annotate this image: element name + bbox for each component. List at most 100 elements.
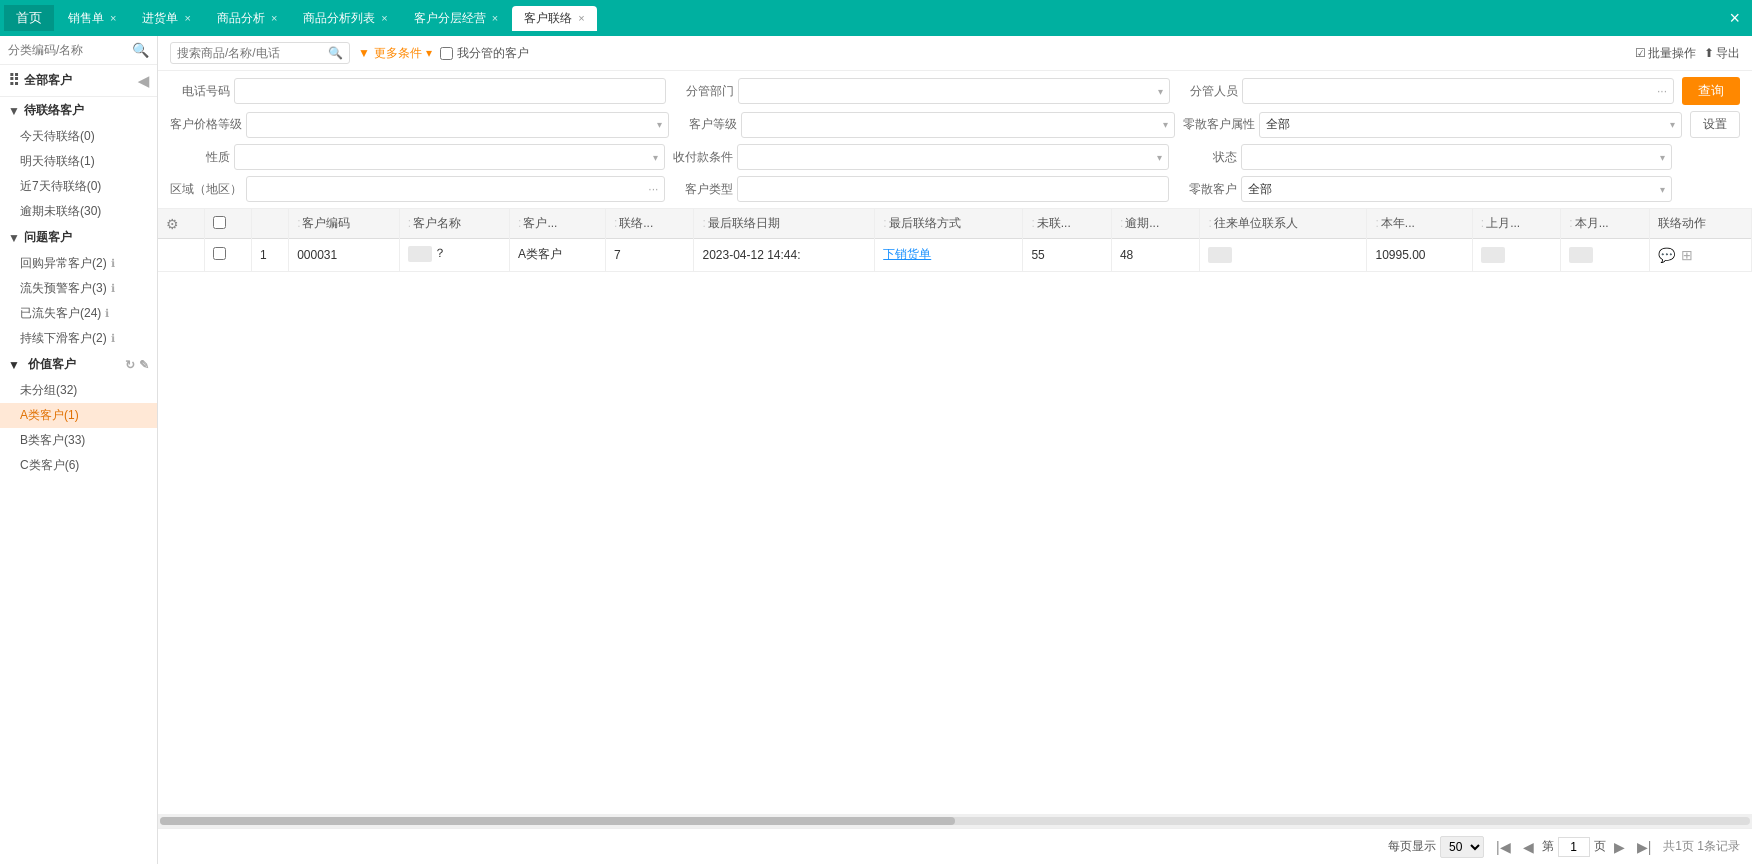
payment-input[interactable]: ▾ <box>737 144 1168 170</box>
sidebar-item-ungrouped[interactable]: 未分组(32) <box>0 378 157 403</box>
my-customers-check[interactable] <box>440 47 453 60</box>
col-last-contact-way-header[interactable]: :最后联络方式 <box>875 209 1023 239</box>
dept-input[interactable]: ▾ <box>738 78 1170 104</box>
refresh-icon[interactable]: ↻ <box>125 358 135 372</box>
col-this-year-header[interactable]: :本年... <box>1367 209 1472 239</box>
phone-input[interactable] <box>234 78 666 104</box>
filter-search-icon[interactable]: 🔍 <box>328 46 343 60</box>
nav-tab-5[interactable]: 客户联络 × <box>512 6 596 31</box>
next-page-btn[interactable]: ▶ <box>1610 837 1629 857</box>
filter-search-input[interactable] <box>177 46 328 60</box>
col-last-contact-date-header[interactable]: :最后联络日期 <box>694 209 875 239</box>
export-btn[interactable]: ⬆ 导出 <box>1704 45 1740 62</box>
sidebar-collapse-icon[interactable]: ◀ <box>138 73 149 89</box>
customer-level-input[interactable]: ▾ <box>741 112 1176 138</box>
close-icon-2[interactable]: × <box>271 12 277 24</box>
nature-input[interactable]: ▾ <box>234 144 665 170</box>
more-filter-btn[interactable]: ▼ 更多条件 ▾ <box>358 45 432 62</box>
close-icon-4[interactable]: × <box>492 12 498 24</box>
nav-tab-0[interactable]: 销售单 × <box>56 6 128 31</box>
export-icon: ⬆ <box>1704 46 1714 60</box>
close-icon-0[interactable]: × <box>110 12 116 24</box>
cell-category: A类客户 <box>510 239 606 272</box>
sidebar-item-7days[interactable]: 近7天待联络(0) <box>0 174 157 199</box>
setting-button[interactable]: 设置 <box>1690 111 1740 138</box>
manager-input[interactable]: ··· <box>1242 78 1674 104</box>
sidebar-item-b-class[interactable]: B类客户(33) <box>0 428 157 453</box>
nav-home[interactable]: 首页 <box>4 5 54 31</box>
area-input[interactable]: ··· <box>246 176 665 202</box>
page-input[interactable] <box>1558 837 1590 857</box>
table-area: ⚙ :客户编码 :客户名称 :客户... :联络... :最后联络日期 :最后联… <box>158 209 1752 814</box>
chevron-down-icon: ▾ <box>426 46 432 60</box>
sidebar-group-problem[interactable]: ▼ 问题客户 <box>0 224 157 251</box>
nav-tab-3[interactable]: 商品分析列表 × <box>291 6 399 31</box>
sidebar-item-today[interactable]: 今天待联络(0) <box>0 124 157 149</box>
sidebar-item-repurchase[interactable]: 回购异常客户(2) ℹ <box>0 251 157 276</box>
filter-field-retail: 零散客户 全部 ▾ <box>1177 176 1672 202</box>
sidebar-value-actions: ↻ ✎ <box>125 358 149 372</box>
scroll-thumb[interactable] <box>160 817 955 825</box>
sidebar-item-c-class[interactable]: C类客户(6) <box>0 453 157 478</box>
col-contact-header[interactable]: :联络... <box>605 209 694 239</box>
col-gear-header[interactable]: ⚙ <box>158 209 204 239</box>
batch-op-btn[interactable]: ☑ 批量操作 <box>1635 45 1696 62</box>
cell-checkbox[interactable] <box>204 239 251 272</box>
retail-input[interactable]: 全部 ▾ <box>1241 176 1672 202</box>
customer-type-input[interactable] <box>737 176 1168 202</box>
nav-tab-1[interactable]: 进货单 × <box>130 6 202 31</box>
cell-action: 💬 ⊞ <box>1649 239 1751 272</box>
sidebar-group-pending[interactable]: ▼ 待联络客户 <box>0 97 157 124</box>
adv-filter-row-1: 电话号码 分管部门 ▾ 分管人员 <box>170 77 1740 105</box>
sidebar-item-declining[interactable]: 持续下滑客户(2) ℹ <box>0 326 157 351</box>
retail-attr-input[interactable]: 全部 ▾ <box>1259 112 1682 138</box>
cell-not-contacted: 55 <box>1023 239 1112 272</box>
my-customers-checkbox[interactable]: 我分管的客户 <box>440 45 529 62</box>
nav-tab-4[interactable]: 客户分层经营 × <box>402 6 510 31</box>
price-level-input[interactable]: ▾ <box>246 112 669 138</box>
select-all-checkbox[interactable] <box>213 216 226 229</box>
sidebar-item-a-class[interactable]: A类客户(1) <box>0 403 157 428</box>
cell-last-contact-way[interactable]: 下销货单 <box>875 239 1023 272</box>
filter-field-price-level: 客户价格等级 ▾ <box>170 112 669 138</box>
nav-tab-2[interactable]: 商品分析 × <box>205 6 289 31</box>
first-page-btn[interactable]: |◀ <box>1492 837 1515 857</box>
sidebar-item-lostwarning[interactable]: 流失预警客户(3) ℹ <box>0 276 157 301</box>
sidebar-item-overdue[interactable]: 逾期未联络(30) <box>0 199 157 224</box>
horizontal-scrollbar[interactable] <box>158 814 1752 828</box>
adv-filter-row-2: 客户价格等级 ▾ 客户等级 ▾ 零散客户属性 <box>170 111 1740 138</box>
edit-icon[interactable]: ✎ <box>139 358 149 372</box>
close-icon-1[interactable]: × <box>184 12 190 24</box>
status-input[interactable]: ▾ <box>1241 144 1672 170</box>
col-category-header[interactable]: :客户... <box>510 209 606 239</box>
content-area: 🔍 ▼ 更多条件 ▾ 我分管的客户 ☑ 批量操作 <box>158 36 1752 864</box>
query-button[interactable]: 查询 <box>1682 77 1740 105</box>
filter-field-dept: 分管部门 ▾ <box>674 78 1170 104</box>
grid-action-icon[interactable]: ⊞ <box>1681 247 1693 263</box>
col-code-header[interactable]: :客户编码 <box>289 209 399 239</box>
col-checkbox-header[interactable] <box>204 209 251 239</box>
close-icon-3[interactable]: × <box>381 12 387 24</box>
col-this-month-header[interactable]: :本月... <box>1561 209 1650 239</box>
sidebar-search-icon[interactable]: 🔍 <box>132 42 149 58</box>
col-last-month-header[interactable]: :上月... <box>1472 209 1561 239</box>
sidebar-item-lost[interactable]: 已流失客户(24) ℹ <box>0 301 157 326</box>
sidebar-search-bar: 🔍 <box>0 36 157 65</box>
sidebar-item-tomorrow[interactable]: 明天待联络(1) <box>0 149 157 174</box>
col-unit-contact-header[interactable]: :往来单位联系人 <box>1200 209 1367 239</box>
sidebar-dots-icon[interactable]: ⠿ <box>8 71 20 90</box>
last-page-btn[interactable]: ▶| <box>1633 837 1656 857</box>
cell-index: 1 <box>251 239 288 272</box>
sidebar-search-input[interactable] <box>8 43 132 57</box>
chat-action-icon[interactable]: 💬 <box>1658 247 1675 263</box>
close-icon-5[interactable]: × <box>578 12 584 24</box>
col-name-header[interactable]: :客户名称 <box>399 209 509 239</box>
prev-page-btn[interactable]: ◀ <box>1519 837 1538 857</box>
chevron-down-icon-payment: ▾ <box>1157 152 1162 163</box>
close-all-icon[interactable]: × <box>1721 8 1748 29</box>
row-checkbox[interactable] <box>213 247 226 260</box>
per-page-select[interactable]: 50 <box>1440 836 1484 858</box>
adv-filter-row-4: 区域（地区） ··· 客户类型 零散客户 <box>170 176 1740 202</box>
col-overdue-header[interactable]: :逾期... <box>1111 209 1200 239</box>
col-not-contacted-header[interactable]: :未联... <box>1023 209 1112 239</box>
